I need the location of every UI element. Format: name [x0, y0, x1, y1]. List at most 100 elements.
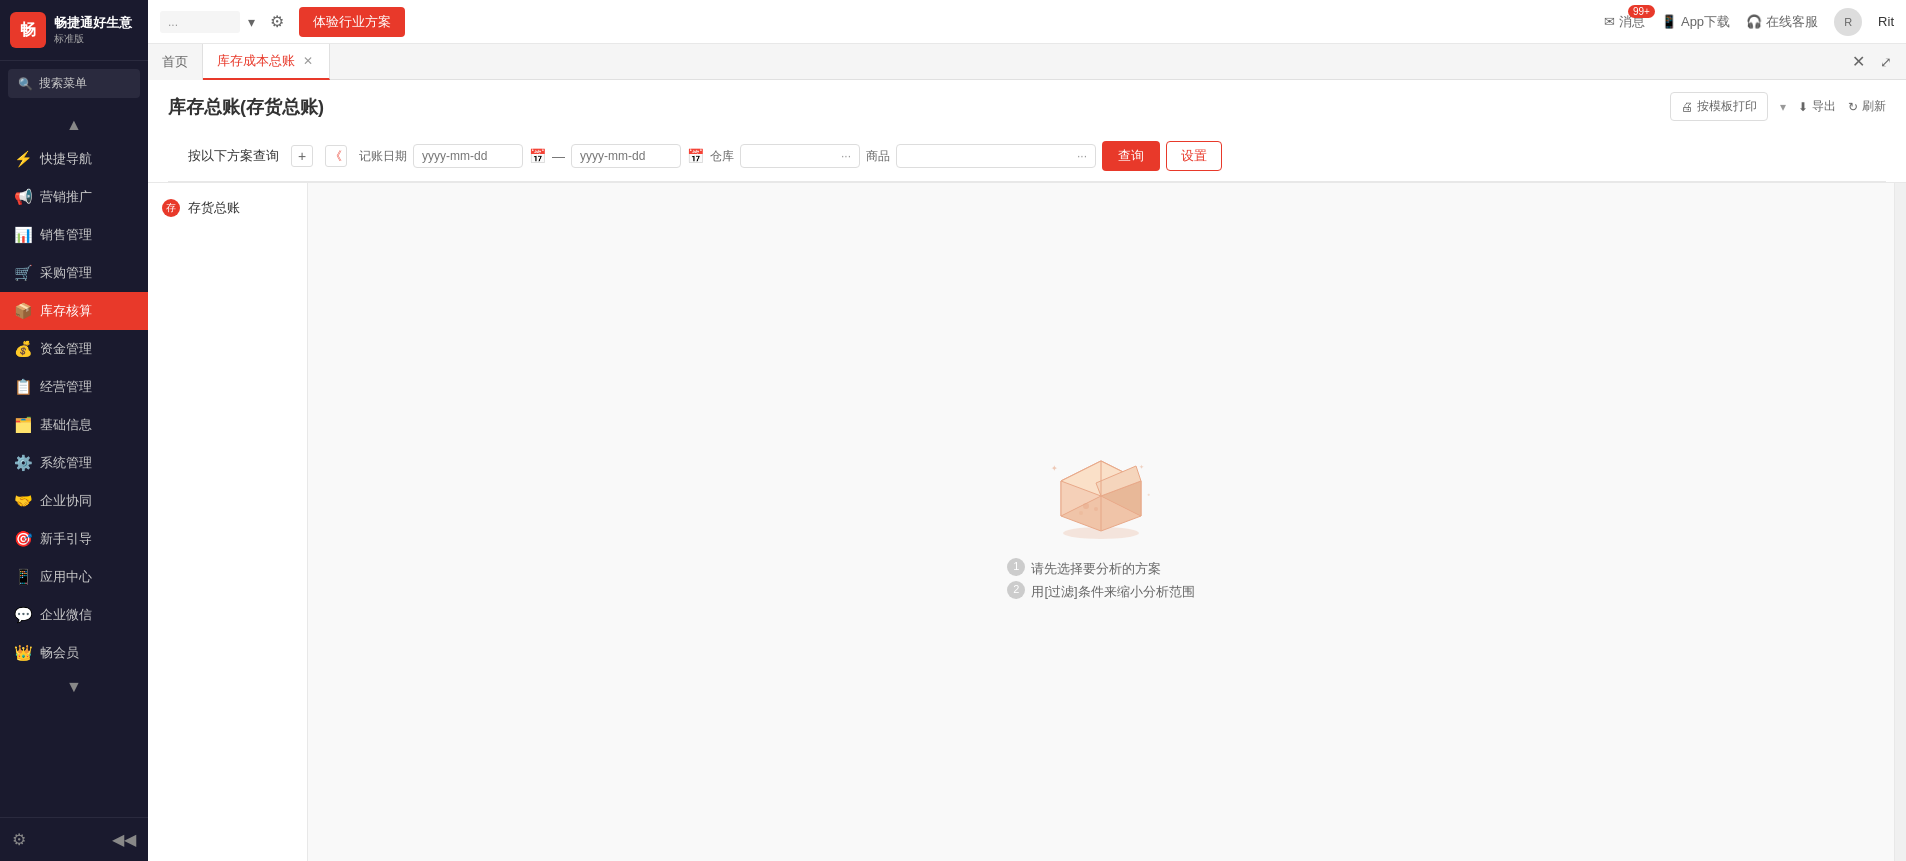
- sidebar-item-cooperation[interactable]: 🤝 企业协同: [0, 482, 148, 520]
- svg-text:●: ●: [1147, 491, 1150, 497]
- search-icon: 🔍: [18, 77, 33, 91]
- tip-item-2: 2 用[过滤]条件来缩小分析范围: [1007, 580, 1194, 603]
- tabbar-close-all-button[interactable]: ✕: [1846, 50, 1870, 74]
- inventory-icon: 📦: [14, 302, 32, 320]
- sidebar-footer: ⚙ ◀◀: [0, 817, 148, 861]
- logo-main: 畅捷通好生意: [54, 15, 132, 32]
- filter-bar: 按以下方案查询 + 《 记账日期 📅 — 📅 仓库 ··· 商品 ···: [168, 131, 1886, 182]
- print-button[interactable]: 🖨 按模板打印: [1670, 92, 1768, 121]
- sidebar-item-member[interactable]: 👑 畅会员: [0, 634, 148, 672]
- tabbar: 首页 库存成本总账 ✕ ✕ ⤢: [148, 44, 1906, 80]
- app-download-button[interactable]: 📱 App下载: [1661, 13, 1730, 31]
- query-button[interactable]: 查询: [1102, 141, 1160, 171]
- tab-home[interactable]: 首页: [148, 44, 203, 80]
- system-icon: ⚙️: [14, 454, 32, 472]
- username-label[interactable]: Rit: [1878, 14, 1894, 29]
- sidebar-nav: ▲ ⚡ 快捷导航 📢 营销推广 📊 销售管理 🛒 采购管理 📦 库存核算 💰 资…: [0, 106, 148, 817]
- content-body: ✦ ✦ ● 1 请先选择要分析的方案 2 用[过滤]条件来缩小分析范围: [308, 183, 1894, 861]
- tip-num-1: 1: [1007, 558, 1025, 576]
- warehouse-select[interactable]: ···: [740, 144, 860, 168]
- cooperation-icon: 🤝: [14, 492, 32, 510]
- tabbar-actions: ✕ ⤢: [1846, 50, 1906, 74]
- industry-button[interactable]: 体验行业方案: [299, 7, 405, 37]
- topbar-settings-button[interactable]: ⚙: [263, 8, 291, 36]
- guide-icon: 🎯: [14, 530, 32, 548]
- wechat-icon: 💬: [14, 606, 32, 624]
- collapse-sidebar-button[interactable]: ◀◀: [108, 826, 140, 853]
- tab-inventory-ledger[interactable]: 库存成本总账 ✕: [203, 44, 330, 80]
- date-to-calendar-icon[interactable]: 📅: [687, 148, 704, 164]
- sidebar-search-area[interactable]: 🔍 搜索菜单: [0, 61, 148, 106]
- filter-add-button[interactable]: +: [291, 145, 313, 167]
- tabbar-expand-button[interactable]: ⤢: [1874, 50, 1898, 74]
- breadcrumb: ...: [160, 11, 240, 33]
- online-service-button[interactable]: 🎧 在线客服: [1746, 13, 1818, 31]
- sidebar-item-purchase[interactable]: 🛒 采购管理: [0, 254, 148, 292]
- main-panel: ✦ ✦ ● 1 请先选择要分析的方案 2 用[过滤]条件来缩小分析范围: [308, 183, 1894, 861]
- date-separator: —: [552, 149, 565, 164]
- topbar: ... ▾ ⚙ 体验行业方案 ✉ 消息 99+ 📱 App下载 🎧 在线客服 R…: [148, 0, 1906, 44]
- member-icon: 👑: [14, 644, 32, 662]
- avatar[interactable]: R: [1834, 8, 1862, 36]
- empty-illustration: ✦ ✦ ●: [1041, 441, 1161, 541]
- headset-icon: 🎧: [1746, 14, 1762, 29]
- main-content: ... ▾ ⚙ 体验行业方案 ✉ 消息 99+ 📱 App下载 🎧 在线客服 R…: [148, 0, 1906, 861]
- tip-num-2: 2: [1007, 581, 1025, 599]
- topbar-nav-area: ... ▾ ⚙ 体验行业方案: [160, 7, 1594, 37]
- svg-point-9: [1079, 511, 1083, 515]
- sidebar-item-system[interactable]: ⚙️ 系统管理: [0, 444, 148, 482]
- refresh-button[interactable]: ↻ 刷新: [1848, 98, 1886, 115]
- sidebar-item-guide[interactable]: 🎯 新手引导: [0, 520, 148, 558]
- logo-area: 畅 畅捷通好生意 标准版: [0, 0, 148, 61]
- tab-close-button[interactable]: ✕: [301, 55, 315, 67]
- tip-item-1: 1 请先选择要分析的方案: [1007, 557, 1194, 580]
- export-icon: ⬇: [1798, 100, 1808, 114]
- date-to-input[interactable]: [571, 144, 681, 168]
- scroll-down-button[interactable]: ▼: [0, 672, 148, 702]
- sidebar-item-finance[interactable]: 💰 资金管理: [0, 330, 148, 368]
- sidebar-item-inventory[interactable]: 📦 库存核算: [0, 292, 148, 330]
- page-title: 库存总账(存货总账): [168, 95, 324, 119]
- breadcrumb-dropdown-button[interactable]: ▾: [248, 14, 255, 30]
- date-from-input[interactable]: [413, 144, 523, 168]
- warehouse-label: 仓库: [710, 148, 734, 165]
- date-label: 记账日期: [359, 148, 407, 165]
- sidebar-item-marketing[interactable]: 📢 营销推广: [0, 178, 148, 216]
- print-dropdown-button[interactable]: ▾: [1780, 100, 1786, 114]
- export-button[interactable]: ⬇ 导出: [1798, 98, 1836, 115]
- date-from-calendar-icon[interactable]: 📅: [529, 148, 546, 164]
- sidebar-item-sales[interactable]: 📊 销售管理: [0, 216, 148, 254]
- purchase-icon: 🛒: [14, 264, 32, 282]
- svg-text:✦: ✦: [1051, 464, 1058, 473]
- sidebar-item-wechat[interactable]: 💬 企业微信: [0, 596, 148, 634]
- goods-select[interactable]: ···: [896, 144, 1096, 168]
- marketing-icon: 📢: [14, 188, 32, 206]
- message-icon: ✉: [1604, 14, 1615, 29]
- scheme-item-inventory[interactable]: 存 存货总账: [148, 191, 307, 225]
- phone-icon: 📱: [1661, 14, 1677, 29]
- print-icon: 🖨: [1681, 100, 1693, 114]
- scheme-icon: 存: [162, 199, 180, 217]
- appcenter-icon: 📱: [14, 568, 32, 586]
- search-menu-button[interactable]: 🔍 搜索菜单: [8, 69, 140, 98]
- finance-icon: 💰: [14, 340, 32, 358]
- settings-footer-button[interactable]: ⚙: [8, 826, 30, 853]
- message-button[interactable]: ✉ 消息 99+: [1604, 13, 1645, 31]
- page-header: 库存总账(存货总账) 🖨 按模板打印 ▾ ⬇ 导出 ↻ 刷新 按以下方案查询: [148, 80, 1906, 183]
- scroll-up-button[interactable]: ▲: [0, 110, 148, 140]
- sidebar-item-basic[interactable]: 🗂️ 基础信息: [0, 406, 148, 444]
- topbar-right: ✉ 消息 99+ 📱 App下载 🎧 在线客服 R Rit: [1604, 8, 1894, 36]
- sidebar: 畅 畅捷通好生意 标准版 🔍 搜索菜单 ▲ ⚡ 快捷导航 📢 营销推广 📊 销售…: [0, 0, 148, 861]
- gear-icon: ⚙: [270, 12, 284, 31]
- warehouse-select-icon: ···: [841, 149, 851, 163]
- sidebar-item-appcenter[interactable]: 📱 应用中心: [0, 558, 148, 596]
- filter-settings-button[interactable]: 设置: [1166, 141, 1222, 171]
- sidebar-item-operations[interactable]: 📋 经营管理: [0, 368, 148, 406]
- right-panel: [1894, 183, 1906, 861]
- sales-icon: 📊: [14, 226, 32, 244]
- logo-icon: 畅: [10, 12, 46, 48]
- empty-tips: 1 请先选择要分析的方案 2 用[过滤]条件来缩小分析范围: [1007, 557, 1194, 604]
- empty-state: ✦ ✦ ● 1 请先选择要分析的方案 2 用[过滤]条件来缩小分析范围: [1007, 441, 1194, 604]
- sidebar-item-quicknav[interactable]: ⚡ 快捷导航: [0, 140, 148, 178]
- filter-collapse-button[interactable]: 《: [325, 145, 347, 167]
